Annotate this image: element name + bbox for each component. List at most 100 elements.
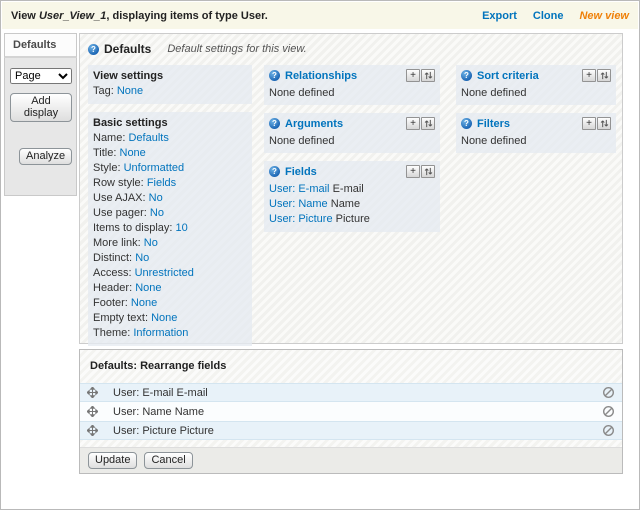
add-filter-button[interactable]: + bbox=[582, 117, 596, 130]
remove-field-icon[interactable] bbox=[602, 405, 615, 418]
field-row: User: Picture Picture bbox=[269, 212, 435, 227]
setting-row: Access: Unrestricted bbox=[93, 266, 247, 281]
field-suffix: Picture bbox=[335, 213, 370, 225]
settings-column-2: ? Relationships + None defined ? Argumen… bbox=[264, 65, 440, 240]
add-display-button[interactable]: Add display bbox=[10, 93, 72, 122]
new-view-link[interactable]: New view bbox=[579, 10, 629, 22]
rearrange-arguments-button[interactable] bbox=[421, 117, 435, 130]
relationships-title-link[interactable]: Relationships bbox=[285, 70, 357, 82]
setting-label: Style: bbox=[93, 162, 121, 174]
field-link[interactable]: User: Picture bbox=[269, 213, 333, 225]
help-icon[interactable]: ? bbox=[461, 118, 472, 129]
setting-label: Use AJAX: bbox=[93, 192, 146, 204]
view-title-prefix: View bbox=[11, 9, 39, 22]
title-setting-link[interactable]: None bbox=[120, 147, 146, 159]
update-button[interactable]: Update bbox=[88, 452, 138, 469]
help-icon[interactable]: ? bbox=[269, 70, 280, 81]
remove-field-icon[interactable] bbox=[602, 386, 615, 399]
field-link[interactable]: User: E-mail bbox=[269, 183, 330, 195]
add-argument-button[interactable]: + bbox=[406, 117, 420, 130]
plus-icon: + bbox=[410, 165, 416, 177]
plus-icon: + bbox=[586, 117, 592, 129]
display-tabs-sidebar: Defaults Page Add display Analyze bbox=[4, 33, 77, 196]
use-ajax-setting-link[interactable]: No bbox=[149, 192, 163, 204]
bucket-ops: + bbox=[406, 117, 435, 130]
arguments-bucket: ? Arguments + None defined bbox=[264, 113, 440, 153]
rearrange-row: User: Name Name bbox=[80, 402, 622, 421]
filters-bucket: ? Filters + None defined bbox=[456, 113, 616, 153]
name-setting-link[interactable]: Defaults bbox=[128, 132, 168, 144]
setting-label: Empty text: bbox=[93, 312, 149, 324]
bucket-ops: + bbox=[406, 69, 435, 82]
theme-setting-link[interactable]: Information bbox=[133, 327, 188, 339]
export-link[interactable]: Export bbox=[482, 10, 517, 22]
rearrange-row-label: User: Name Name bbox=[113, 405, 205, 418]
updown-arrows-icon bbox=[600, 119, 608, 128]
setting-label: Distinct: bbox=[93, 252, 133, 264]
help-icon[interactable]: ? bbox=[461, 70, 472, 81]
tab-defaults[interactable]: Defaults bbox=[4, 33, 77, 58]
style-setting-link[interactable]: Unformatted bbox=[124, 162, 185, 174]
add-display-panel: Page Add display Analyze bbox=[4, 58, 77, 196]
add-field-button[interactable]: + bbox=[406, 165, 420, 178]
drag-handle-icon[interactable] bbox=[87, 425, 98, 436]
drag-handle-icon[interactable] bbox=[87, 387, 98, 398]
settings-column-1: View settings Tag: None Basic settings N… bbox=[88, 65, 252, 354]
updown-arrows-icon bbox=[600, 71, 608, 80]
arguments-empty-text: None defined bbox=[269, 135, 335, 147]
fields-title-link[interactable]: Fields bbox=[285, 166, 317, 178]
drag-handle-icon[interactable] bbox=[87, 406, 98, 417]
empty-text-setting-link[interactable]: None bbox=[151, 312, 177, 324]
setting-label: Use pager: bbox=[93, 207, 147, 219]
setting-row: Style: Unformatted bbox=[93, 161, 247, 176]
display-heading: ? Defaults Default settings for this vie… bbox=[88, 42, 616, 56]
view-settings-bucket: View settings Tag: None bbox=[88, 65, 252, 104]
distinct-setting-link[interactable]: No bbox=[135, 252, 149, 264]
access-setting-link[interactable]: Unrestricted bbox=[135, 267, 194, 279]
filters-empty-text: None defined bbox=[461, 135, 527, 147]
setting-row: Distinct: No bbox=[93, 251, 247, 266]
basic-settings-bucket: Basic settings Name: Defaults Title: Non… bbox=[88, 112, 252, 346]
setting-label: Tag: bbox=[93, 85, 114, 97]
row-style-setting-link[interactable]: Fields bbox=[147, 177, 176, 189]
help-icon[interactable]: ? bbox=[88, 43, 99, 55]
view-settings-title: View settings bbox=[93, 70, 164, 82]
field-suffix: Name bbox=[330, 198, 361, 210]
rearrange-sorts-button[interactable] bbox=[597, 69, 611, 82]
items-to-display-setting-link[interactable]: 10 bbox=[176, 222, 188, 234]
rearrange-filters-button[interactable] bbox=[597, 117, 611, 130]
analyze-button[interactable]: Analyze bbox=[19, 148, 73, 165]
filters-title-link[interactable]: Filters bbox=[477, 118, 510, 130]
sort-criteria-title-link[interactable]: Sort criteria bbox=[477, 70, 539, 82]
plus-icon: + bbox=[586, 69, 592, 81]
display-description: Default settings for this view. bbox=[167, 43, 307, 55]
rearrange-relationships-button[interactable] bbox=[421, 69, 435, 82]
use-pager-setting-link[interactable]: No bbox=[150, 207, 164, 219]
remove-field-icon[interactable] bbox=[602, 424, 615, 437]
setting-row: Title: None bbox=[93, 146, 247, 161]
cancel-button[interactable]: Cancel bbox=[144, 452, 193, 469]
display-type-select[interactable]: Page bbox=[10, 68, 72, 84]
rearrange-fields-button[interactable] bbox=[421, 165, 435, 178]
arguments-title-link[interactable]: Arguments bbox=[285, 118, 343, 130]
rearrange-row: User: Picture Picture bbox=[80, 421, 622, 440]
help-icon[interactable]: ? bbox=[269, 166, 280, 177]
header-setting-link[interactable]: None bbox=[135, 282, 161, 294]
display-title: Defaults bbox=[104, 42, 152, 56]
more-link-setting-link[interactable]: No bbox=[144, 237, 158, 249]
view-title-suffix: , displaying items of type User. bbox=[106, 9, 268, 22]
add-relationship-button[interactable]: + bbox=[406, 69, 420, 82]
setting-row: More link: No bbox=[93, 236, 247, 251]
fields-bucket: ? Fields + User: E-mail E-mail User: Nam… bbox=[264, 161, 440, 232]
tag-setting-link[interactable]: None bbox=[117, 85, 143, 97]
footer-setting-link[interactable]: None bbox=[131, 297, 157, 309]
bucket-header: ? Arguments + bbox=[269, 117, 435, 130]
add-sort-button[interactable]: + bbox=[582, 69, 596, 82]
setting-row: Theme: Information bbox=[93, 326, 247, 341]
clone-link[interactable]: Clone bbox=[533, 10, 564, 22]
field-link[interactable]: User: Name bbox=[269, 198, 328, 210]
setting-row: Footer: None bbox=[93, 296, 247, 311]
rearrange-row-label: User: Picture Picture bbox=[113, 424, 214, 437]
help-icon[interactable]: ? bbox=[269, 118, 280, 129]
settings-columns: View settings Tag: None Basic settings N… bbox=[86, 65, 616, 354]
